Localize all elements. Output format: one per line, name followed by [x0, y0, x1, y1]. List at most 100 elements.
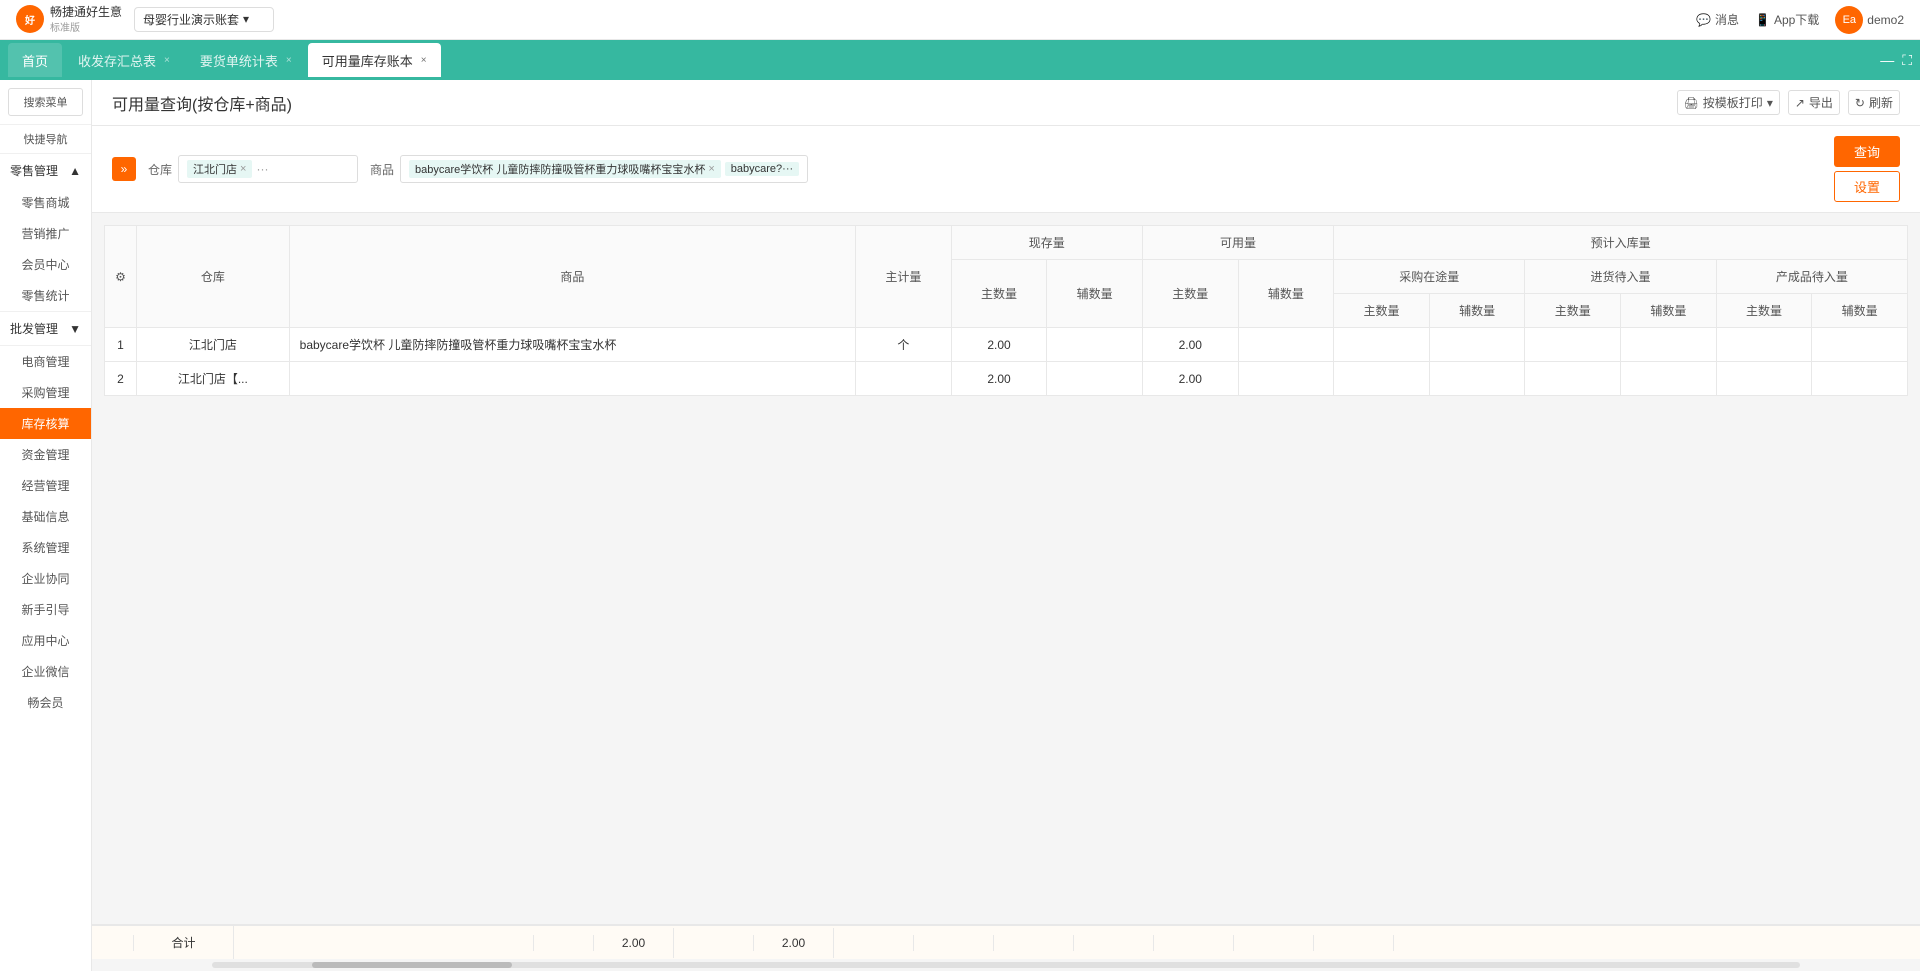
product-input[interactable]: babycare学饮杯 儿童防摔防撞吸管杯重力球吸嘴杯宝宝水杯 × babyca… [400, 155, 808, 183]
cell-index: 1 [105, 328, 137, 362]
tab-available-stock[interactable]: 可用量库存账本 × [308, 43, 441, 77]
sidebar-group-retail: 零售管理 ▲ 零售商城 营销推广 会员中心 零售统计 [0, 154, 91, 312]
footer-cell [534, 935, 594, 951]
cell-purchase-aux [1429, 328, 1525, 362]
close-tab1-icon[interactable]: × [164, 55, 170, 66]
sidebar-item-purchase[interactable]: 采购管理 [0, 377, 91, 408]
close-tab3-icon[interactable]: × [421, 55, 427, 66]
sidebar-group-retail-header[interactable]: 零售管理 ▲ [0, 154, 91, 187]
cell-stock-aux [1047, 328, 1143, 362]
close-tab2-icon[interactable]: × [286, 55, 292, 66]
export-button[interactable]: ↗ 导出 [1788, 90, 1840, 115]
cell-unit [856, 362, 952, 396]
warehouse-input[interactable]: 江北门店 × ··· [178, 155, 358, 183]
sidebar-group-wholesale-header[interactable]: 批发管理 ▼ [0, 312, 91, 345]
logo-area: 好 畅捷通好生意 标准版 [16, 5, 122, 34]
product-tag1: babycare学饮杯 儿童防摔防撞吸管杯重力球吸嘴杯宝宝水杯 × [409, 160, 721, 178]
msg-button[interactable]: 💬 消息 [1696, 11, 1739, 28]
cell-prod-aux [1812, 362, 1908, 396]
cell-purchase-aux [1429, 362, 1525, 396]
footer-cell [1074, 935, 1154, 951]
footer-cell [234, 935, 534, 951]
col-product-header: 商品 [289, 226, 855, 328]
cell-unit: 个 [856, 328, 952, 362]
sidebar-item-operations[interactable]: 经营管理 [0, 470, 91, 501]
sidebar-item-enterprise[interactable]: 企业协同 [0, 563, 91, 594]
sidebar-item-member[interactable]: 会员中心 [0, 249, 91, 280]
sidebar-item-marketing[interactable]: 营销推广 [0, 218, 91, 249]
page-actions: 🖨 按模板打印 ▾ ↗ 导出 ↻ 刷新 [1677, 90, 1900, 115]
nav-tabs: 首页 收发存汇总表 × 要货单统计表 × 可用量库存账本 × — ⛶ [0, 40, 1920, 80]
sidebar-item-retail-stats[interactable]: 零售统计 [0, 280, 91, 311]
cell-product: babycare学饮杯 儿童防摔防撞吸管杯重力球吸嘴杯宝宝水杯 [289, 328, 855, 362]
tab-home[interactable]: 首页 [8, 43, 62, 77]
table-footer: 合计2.002.00 [92, 924, 1920, 959]
content-area: 可用量查询(按仓库+商品) 🖨 按模板打印 ▾ ↗ 导出 ↻ 刷新 » [92, 80, 1920, 971]
sidebar-item-retail-shop[interactable]: 零售商城 [0, 187, 91, 218]
col-settings-header[interactable]: ⚙ [105, 226, 137, 328]
maximize-icon[interactable]: ⛶ [1902, 52, 1912, 69]
minimize-icon[interactable]: — [1880, 52, 1894, 68]
refresh-button[interactable]: ↻ 刷新 [1848, 90, 1900, 115]
warehouse-tag: 江北门店 × [187, 160, 252, 178]
col-purchase-main-header: 主数量 [1334, 294, 1430, 328]
search-menu-button[interactable]: 搜索菜单 [8, 88, 83, 116]
tab-order-stats[interactable]: 要货单统计表 × [186, 43, 306, 77]
chevron-down-icon: ▾ [1767, 96, 1773, 110]
remove-warehouse-tag[interactable]: × [240, 163, 246, 175]
scrollbar[interactable] [92, 959, 1920, 971]
sidebar-item-inventory[interactable]: 库存核算 [0, 408, 91, 439]
sidebar-item-newbie[interactable]: 新手引导 [0, 594, 91, 625]
top-bar-left: 好 畅捷通好生意 标准版 母婴行业演示账套 ▾ [16, 5, 274, 34]
logo-icon: 好 [16, 5, 44, 33]
cell-product [289, 362, 855, 396]
footer-cell [674, 935, 754, 951]
cell-avail-aux [1238, 362, 1334, 396]
footer-stock-main: 2.00 [594, 928, 674, 958]
col-incoming-aux-header: 辅数量 [1621, 294, 1717, 328]
tab-receive-summary[interactable]: 收发存汇总表 × [64, 43, 184, 77]
top-bar-right: 💬 消息 📱 App下载 Ea demo2 [1696, 6, 1904, 34]
scroll-thumb[interactable] [312, 962, 512, 968]
setting-button[interactable]: 设置 [1834, 171, 1900, 202]
col-avail-main-header: 主数量 [1142, 260, 1238, 328]
user-menu[interactable]: Ea demo2 [1835, 6, 1904, 34]
col-purchase-group-header: 采购在途量 [1334, 260, 1525, 294]
cell-avail-main: 2.00 [1142, 362, 1238, 396]
sidebar-item-wechat[interactable]: 企业微信 [0, 656, 91, 687]
footer-label: 合计 [134, 926, 234, 959]
sidebar-item-finance[interactable]: 资金管理 [0, 439, 91, 470]
sidebar-item-member2[interactable]: 畅会员 [0, 687, 91, 718]
cell-incoming-main [1525, 328, 1621, 362]
cell-stock-main: 2.00 [951, 362, 1047, 396]
filter-toggle-button[interactable]: » [112, 157, 136, 181]
filter-bar: » 仓库 江北门店 × ··· 商品 babycare学饮杯 儿童防摔防撞吸管杯… [92, 126, 1920, 213]
app-download-button[interactable]: 📱 App下载 [1755, 11, 1819, 28]
sidebar-item-quick-nav[interactable]: 快捷导航 [0, 125, 91, 154]
cell-avail-aux [1238, 328, 1334, 362]
query-button[interactable]: 查询 [1834, 136, 1900, 167]
product-filter: 商品 babycare学饮杯 儿童防摔防撞吸管杯重力球吸嘴杯宝宝水杯 × bab… [370, 155, 808, 183]
col-available-group-header: 可用量 [1142, 226, 1333, 260]
avatar: Ea [1835, 6, 1863, 34]
logo-text: 畅捷通好生意 [50, 5, 122, 19]
cell-warehouse: 江北门店 [137, 328, 290, 362]
col-incoming-main-header: 主数量 [1525, 294, 1621, 328]
col-stock-group-header: 现存量 [951, 226, 1142, 260]
print-button[interactable]: 🖨 按模板打印 ▾ [1677, 90, 1780, 115]
col-stock-main-header: 主数量 [951, 260, 1047, 328]
refresh-icon: ↻ [1855, 96, 1865, 110]
cell-stock-main: 2.00 [951, 328, 1047, 362]
sidebar-item-app-center[interactable]: 应用中心 [0, 625, 91, 656]
cell-incoming-aux [1621, 362, 1717, 396]
table-row: 2 江北门店【... 2.00 2.00 [105, 362, 1908, 396]
sidebar-item-system[interactable]: 系统管理 [0, 532, 91, 563]
action-buttons: 查询 设置 [1834, 136, 1900, 202]
cell-incoming-aux [1621, 328, 1717, 362]
col-purchase-aux-header: 辅数量 [1429, 294, 1525, 328]
sidebar-item-base-info[interactable]: 基础信息 [0, 501, 91, 532]
sidebar-item-ecommerce[interactable]: 电商管理 [0, 346, 91, 377]
remove-product-tag1[interactable]: × [708, 163, 714, 175]
cell-prod-aux [1812, 328, 1908, 362]
store-selector[interactable]: 母婴行业演示账套 ▾ [134, 7, 274, 32]
